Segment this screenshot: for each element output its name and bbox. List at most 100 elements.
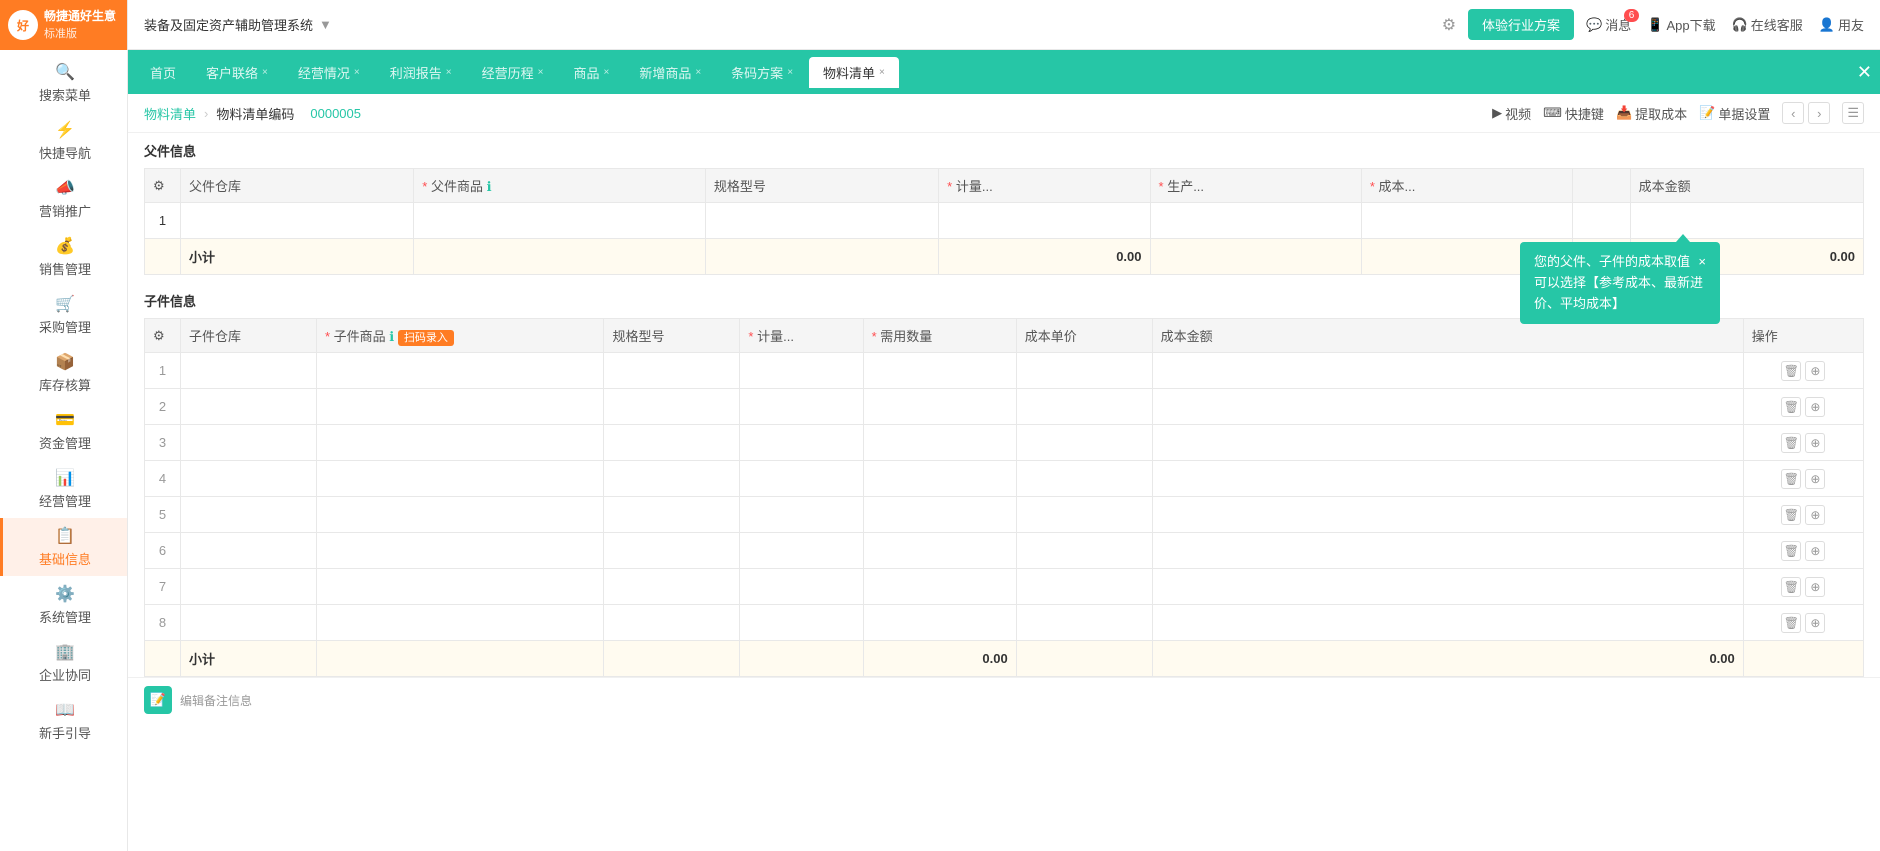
child-goods-cell[interactable] <box>316 497 603 533</box>
prev-arrow-button[interactable]: ‹ <box>1782 102 1804 124</box>
view-list-button[interactable]: ☰ <box>1842 102 1864 124</box>
next-arrow-button[interactable]: › <box>1808 102 1830 124</box>
tab-history-close-icon[interactable]: × <box>538 67 544 78</box>
child-unit-cost-cell[interactable] <box>1016 605 1152 641</box>
close-all-tabs-icon[interactable]: ✕ <box>1857 62 1872 83</box>
delete-row-button[interactable]: 🗑 <box>1781 505 1801 525</box>
child-spec-cell[interactable] <box>604 533 740 569</box>
child-quantity-unit-cell[interactable] <box>740 389 863 425</box>
copy-row-button[interactable]: ⊕ <box>1805 541 1825 561</box>
sidebar-item-finance[interactable]: 💳 资金管理 <box>0 402 127 460</box>
tab-profit-close-icon[interactable]: × <box>446 67 452 78</box>
child-spec-cell[interactable] <box>604 425 740 461</box>
parent-col-settings[interactable]: ⚙ <box>145 169 181 203</box>
delete-row-button[interactable]: 🗑 <box>1781 613 1801 633</box>
tab-operations[interactable]: 经营情况 × <box>284 57 374 88</box>
single-settings-link[interactable]: 📝 单据设置 <box>1699 104 1770 123</box>
child-unit-cost-cell[interactable] <box>1016 497 1152 533</box>
tab-home[interactable]: 首页 <box>136 57 190 88</box>
child-warehouse-cell[interactable] <box>181 605 317 641</box>
tab-history[interactable]: 经营历程 × <box>468 57 558 88</box>
sidebar-item-marketing[interactable]: 📣 营销推广 <box>0 170 127 228</box>
delete-row-button[interactable]: 🗑 <box>1781 397 1801 417</box>
child-warehouse-cell[interactable] <box>181 461 317 497</box>
child-spec-cell[interactable] <box>604 353 740 389</box>
child-spec-cell[interactable] <box>604 569 740 605</box>
child-goods-cell[interactable] <box>316 461 603 497</box>
child-goods-cell[interactable] <box>316 605 603 641</box>
bottom-hint[interactable]: 编辑备注信息 <box>180 692 252 709</box>
child-unit-cost-cell[interactable] <box>1016 353 1152 389</box>
child-quantity-unit-cell[interactable] <box>740 569 863 605</box>
tab-goods-close-icon[interactable]: × <box>603 67 609 78</box>
online-support-button[interactable]: 🎧 在线客服 <box>1732 15 1803 34</box>
child-col-settings[interactable]: ⚙ <box>145 319 181 353</box>
delete-row-button[interactable]: 🗑 <box>1781 541 1801 561</box>
child-needed-qty-cell[interactable] <box>863 605 1016 641</box>
child-goods-cell[interactable] <box>316 425 603 461</box>
copy-row-button[interactable]: ⊕ <box>1805 433 1825 453</box>
child-warehouse-cell[interactable] <box>181 353 317 389</box>
tab-bom-close-icon[interactable]: × <box>879 67 885 78</box>
child-warehouse-cell[interactable] <box>181 497 317 533</box>
copy-row-button[interactable]: ⊕ <box>1805 577 1825 597</box>
tab-profit[interactable]: 利润报告 × <box>376 57 466 88</box>
user-menu-button[interactable]: 👤 用友 <box>1819 15 1864 34</box>
child-goods-cell[interactable] <box>316 569 603 605</box>
app-download-button[interactable]: 📱 App下载 <box>1647 15 1715 34</box>
sidebar-item-system[interactable]: ⚙️ 系统管理 <box>0 576 127 634</box>
child-quantity-unit-cell[interactable] <box>740 353 863 389</box>
tab-customer[interactable]: 客户联络 × <box>192 57 282 88</box>
child-needed-qty-cell[interactable] <box>863 389 1016 425</box>
sidebar-item-inventory[interactable]: 📦 库存核算 <box>0 344 127 402</box>
tab-customer-close-icon[interactable]: × <box>262 67 268 78</box>
child-unit-cost-cell[interactable] <box>1016 425 1152 461</box>
scan-badge[interactable]: 扫码录入 <box>398 330 454 346</box>
breadcrumb-parent[interactable]: 物料清单 <box>144 104 196 123</box>
sidebar-item-sales[interactable]: 💰 销售管理 <box>0 228 127 286</box>
child-spec-cell[interactable] <box>604 461 740 497</box>
tab-new-goods-close-icon[interactable]: × <box>695 67 701 78</box>
child-warehouse-cell[interactable] <box>181 533 317 569</box>
child-needed-qty-cell[interactable] <box>863 569 1016 605</box>
video-link[interactable]: ▶ 视频 <box>1492 104 1531 123</box>
tab-goods[interactable]: 商品 × <box>559 57 623 88</box>
sidebar-item-guide[interactable]: 📖 新手引导 <box>0 692 127 750</box>
parent-quantity-cell[interactable] <box>939 203 1150 239</box>
child-warehouse-cell[interactable] <box>181 569 317 605</box>
tab-bom[interactable]: 物料清单 × <box>809 57 899 88</box>
delete-row-button[interactable]: 🗑 <box>1781 433 1801 453</box>
child-warehouse-cell[interactable] <box>181 389 317 425</box>
sidebar-item-operations[interactable]: 📊 经营管理 <box>0 460 127 518</box>
delete-row-button[interactable]: 🗑 <box>1781 577 1801 597</box>
tooltip-close-button[interactable]: × <box>1698 252 1706 273</box>
copy-row-button[interactable]: ⊕ <box>1805 397 1825 417</box>
child-spec-cell[interactable] <box>604 497 740 533</box>
parent-cost-cell[interactable] <box>1361 203 1572 239</box>
child-goods-cell[interactable] <box>316 389 603 425</box>
message-button[interactable]: 💬 消息 6 <box>1586 15 1631 34</box>
child-needed-qty-cell[interactable] <box>863 533 1016 569</box>
child-needed-qty-cell[interactable] <box>863 497 1016 533</box>
child-quantity-unit-cell[interactable] <box>740 425 863 461</box>
delete-row-button[interactable]: 🗑 <box>1781 361 1801 381</box>
extract-cost-link[interactable]: 📥 提取成本 <box>1616 104 1687 123</box>
sidebar-item-quick-nav[interactable]: ⚡ 快捷导航 <box>0 112 127 170</box>
sidebar-item-basic-info[interactable]: 📋 基础信息 <box>0 518 127 576</box>
child-unit-cost-cell[interactable] <box>1016 461 1152 497</box>
parent-warehouse-cell[interactable] <box>181 203 414 239</box>
child-unit-cost-cell[interactable] <box>1016 389 1152 425</box>
parent-spec-cell[interactable] <box>705 203 938 239</box>
child-unit-cost-cell[interactable] <box>1016 533 1152 569</box>
delete-row-button[interactable]: 🗑 <box>1781 469 1801 489</box>
child-quantity-unit-cell[interactable] <box>740 461 863 497</box>
tab-barcode[interactable]: 条码方案 × <box>717 57 807 88</box>
copy-row-button[interactable]: ⊕ <box>1805 505 1825 525</box>
child-warehouse-cell[interactable] <box>181 425 317 461</box>
copy-row-button[interactable]: ⊕ <box>1805 361 1825 381</box>
sidebar-item-purchase[interactable]: 🛒 采购管理 <box>0 286 127 344</box>
child-quantity-unit-cell[interactable] <box>740 497 863 533</box>
child-unit-cost-cell[interactable] <box>1016 569 1152 605</box>
settings-gear-icon[interactable]: ⚙ <box>1442 15 1456 35</box>
sidebar-item-enterprise[interactable]: 🏢 企业协同 <box>0 634 127 692</box>
